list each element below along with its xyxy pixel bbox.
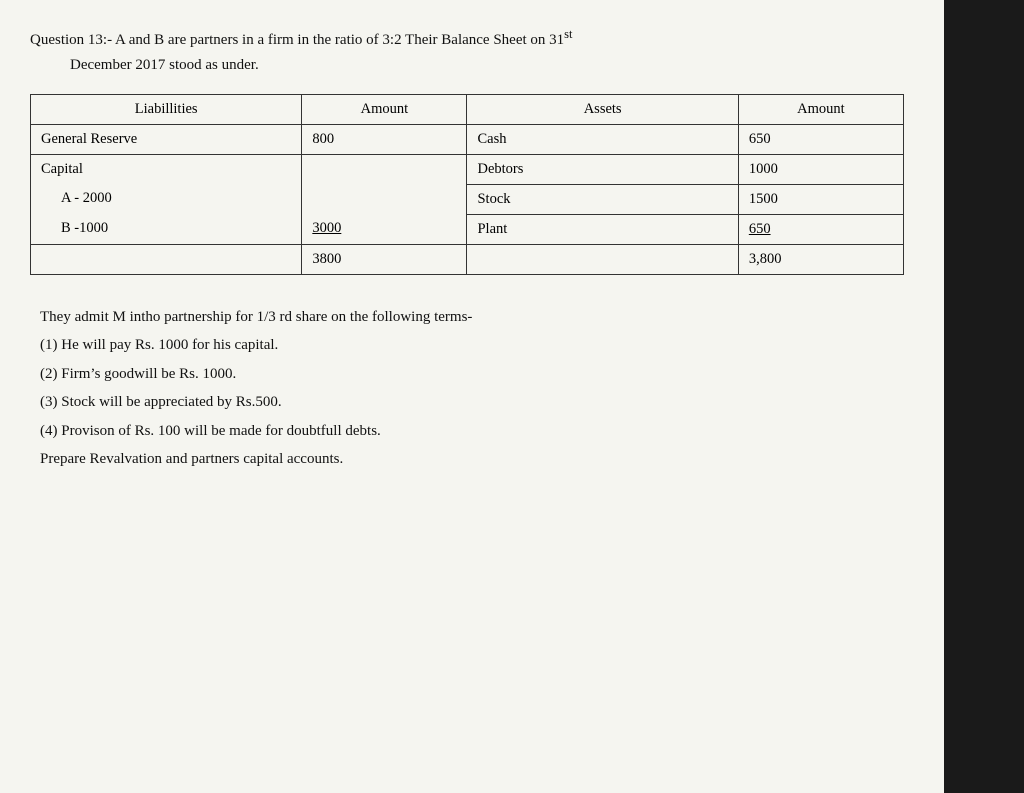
liability-capital: Capital — [31, 154, 302, 184]
header-assets: Assets — [467, 94, 738, 124]
amount-3800-right: 3,800 — [738, 244, 903, 274]
terms-item-3: (3) Stock will be appreciated by Rs.500. — [40, 388, 894, 417]
terms-section: They admit M intho partnership for 1/3 r… — [30, 303, 904, 474]
terms-intro: They admit M intho partnership for 1/3 r… — [40, 303, 894, 332]
header-amount-right: Amount — [738, 94, 903, 124]
asset-empty-total — [467, 244, 738, 274]
superscript: st — [564, 27, 572, 41]
amount-800: 800 — [302, 124, 467, 154]
asset-stock: Stock — [467, 184, 738, 214]
terms-item-4: (4) Provison of Rs. 100 will be made for… — [40, 417, 894, 446]
terms-item-5: Prepare Revalvation and partners capital… — [40, 445, 894, 474]
terms-item-1: (1) He will pay Rs. 1000 for his capital… — [40, 331, 894, 360]
question-part1: Question 13:- A and B are partners in a … — [30, 32, 564, 48]
table-row: B -1000 3000 Plant 650 — [31, 214, 904, 244]
liability-general-reserve: General Reserve — [31, 124, 302, 154]
asset-cash: Cash — [467, 124, 738, 154]
question-text: Question 13:- A and B are partners in a … — [30, 24, 904, 78]
table-row: Capital Debtors 1000 — [31, 154, 904, 184]
liability-a-2000: A - 2000 — [31, 184, 302, 214]
table-row-total: 3800 3,800 — [31, 244, 904, 274]
table-row: A - 2000 Stock 1500 — [31, 184, 904, 214]
header-liabilities: Liabillities — [31, 94, 302, 124]
amount-3000: 3000 — [302, 214, 467, 244]
amount-650: 650 — [738, 124, 903, 154]
terms-item-2: (2) Firm’s goodwill be Rs. 1000. — [40, 360, 894, 389]
amount-1500: 1500 — [738, 184, 903, 214]
liability-b-1000: B -1000 — [31, 214, 302, 244]
amount-650-plant: 650 — [738, 214, 903, 244]
right-dark-bar — [984, 0, 1024, 793]
asset-debtors: Debtors — [467, 154, 738, 184]
header-amount-left: Amount — [302, 94, 467, 124]
amount-1000: 1000 — [738, 154, 903, 184]
amount-empty1 — [302, 154, 467, 184]
liability-empty-total — [31, 244, 302, 274]
amount-empty2 — [302, 184, 467, 214]
table-row: General Reserve 800 Cash 650 — [31, 124, 904, 154]
asset-plant: Plant — [467, 214, 738, 244]
balance-sheet-table: Liabillities Amount Assets Amount Genera… — [30, 94, 904, 275]
question-continued: December 2017 stood as under. — [70, 57, 259, 73]
amount-3800: 3800 — [302, 244, 467, 274]
